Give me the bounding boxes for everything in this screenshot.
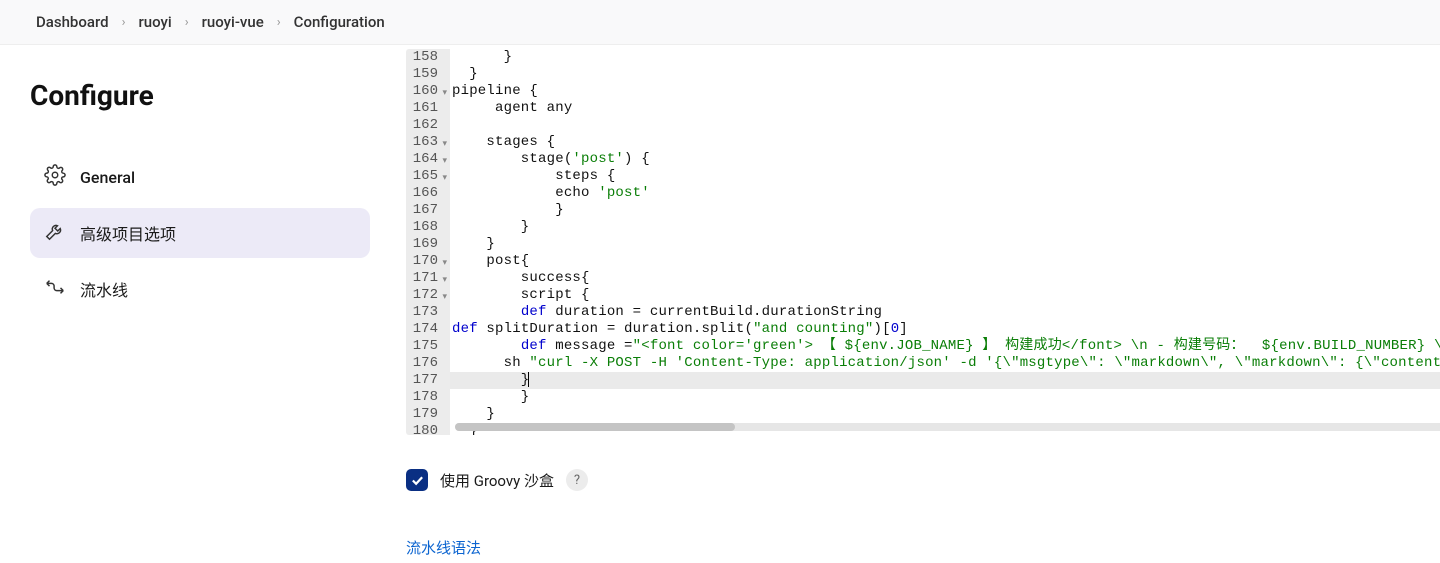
code-line[interactable]: }	[450, 406, 1440, 423]
line-number: 169	[412, 236, 446, 253]
line-number: 176	[412, 355, 446, 372]
code-line[interactable]: }	[450, 202, 1440, 219]
line-number: 159	[412, 66, 446, 83]
main-content: 158159160▾161162163▾164▾165▾166167168169…	[400, 45, 1440, 563]
line-number: 171▾	[412, 270, 446, 287]
line-number: 162	[412, 117, 446, 134]
code-line[interactable]: steps {	[450, 168, 1440, 185]
code-line[interactable]: }	[450, 389, 1440, 406]
code-line[interactable]: }	[450, 219, 1440, 236]
chevron-right-icon: ›	[182, 15, 192, 30]
line-number: 158	[412, 49, 446, 66]
line-number: 167	[412, 202, 446, 219]
line-number: 161	[412, 100, 446, 117]
breadcrumb-item[interactable]: Dashboard	[30, 9, 115, 35]
line-number: 163▾	[412, 134, 446, 151]
line-number: 177	[412, 372, 446, 389]
code-area[interactable]: } }pipeline { agent any stages { stage('…	[450, 49, 1440, 435]
sidebar-item[interactable]: General	[30, 152, 370, 202]
breadcrumb-item[interactable]: ruoyi-vue	[196, 9, 270, 35]
sandbox-checkbox-row: 使用 Groovy 沙盒 ?	[406, 469, 1440, 491]
line-number: 165▾	[412, 168, 446, 185]
sidebar-item[interactable]: 流水线	[30, 264, 370, 314]
code-line[interactable]: }	[450, 372, 1440, 389]
code-line[interactable]: def message ="<font color='green'> 【 ${e…	[450, 338, 1440, 355]
pipeline-syntax-link[interactable]: 流水线语法	[406, 537, 481, 558]
gear-icon	[44, 164, 66, 190]
line-number: 179	[412, 406, 446, 423]
line-number: 175	[412, 338, 446, 355]
sidebar-item[interactable]: 高级项目选项	[30, 208, 370, 258]
code-line[interactable]: pipeline {	[450, 83, 1440, 100]
sidebar: Configure General 高级项目选项流水线	[0, 45, 400, 563]
line-number: 160▾	[412, 83, 446, 100]
pipeline-icon	[44, 276, 66, 302]
chevron-right-icon: ›	[274, 15, 284, 30]
code-editor[interactable]: 158159160▾161162163▾164▾165▾166167168169…	[406, 49, 1440, 435]
help-button[interactable]: ?	[566, 469, 588, 491]
scrollbar-thumb[interactable]	[455, 423, 735, 431]
check-icon	[411, 474, 424, 487]
breadcrumb-item[interactable]: ruoyi	[132, 9, 177, 35]
line-number: 166	[412, 185, 446, 202]
line-number: 168	[412, 219, 446, 236]
sidebar-nav: General 高级项目选项流水线	[30, 152, 380, 314]
code-line[interactable]: echo 'post'	[450, 185, 1440, 202]
breadcrumb: Dashboard›ruoyi›ruoyi-vue›Configuration	[0, 0, 1440, 45]
code-line[interactable]: post{	[450, 253, 1440, 270]
code-line[interactable]: success{	[450, 270, 1440, 287]
code-line[interactable]: def duration = currentBuild.durationStri…	[450, 304, 1440, 321]
code-line[interactable]: def splitDuration = duration.split("and …	[450, 321, 1440, 338]
code-line[interactable]: }	[450, 66, 1440, 83]
chevron-right-icon: ›	[119, 15, 129, 30]
code-line[interactable]: sh "curl -X POST -H 'Content-Type: appli…	[450, 355, 1440, 372]
line-gutter: 158159160▾161162163▾164▾165▾166167168169…	[406, 49, 450, 435]
line-number: 174	[412, 321, 446, 338]
sidebar-item-label: General	[80, 168, 135, 187]
line-number: 180	[412, 423, 446, 435]
line-number: 178	[412, 389, 446, 406]
sidebar-item-label: 高级项目选项	[80, 221, 176, 245]
code-line[interactable]: agent any	[450, 100, 1440, 117]
page-title: Configure	[30, 79, 380, 112]
code-line[interactable]: }	[450, 236, 1440, 253]
line-number: 172▾	[412, 287, 446, 304]
line-number: 164▾	[412, 151, 446, 168]
wrench-icon	[44, 220, 66, 246]
code-line[interactable]	[450, 117, 1440, 134]
sidebar-item-label: 流水线	[80, 277, 128, 301]
sandbox-checkbox[interactable]	[406, 469, 428, 491]
line-number: 173	[412, 304, 446, 321]
horizontal-scrollbar[interactable]	[455, 423, 1440, 431]
code-line[interactable]: stages {	[450, 134, 1440, 151]
breadcrumb-item[interactable]: Configuration	[288, 9, 391, 35]
code-line[interactable]: }	[450, 49, 1440, 66]
code-line[interactable]: stage('post') {	[450, 151, 1440, 168]
text-cursor	[528, 372, 529, 387]
sandbox-checkbox-label: 使用 Groovy 沙盒	[440, 470, 554, 491]
line-number: 170▾	[412, 253, 446, 270]
code-line[interactable]: script {	[450, 287, 1440, 304]
